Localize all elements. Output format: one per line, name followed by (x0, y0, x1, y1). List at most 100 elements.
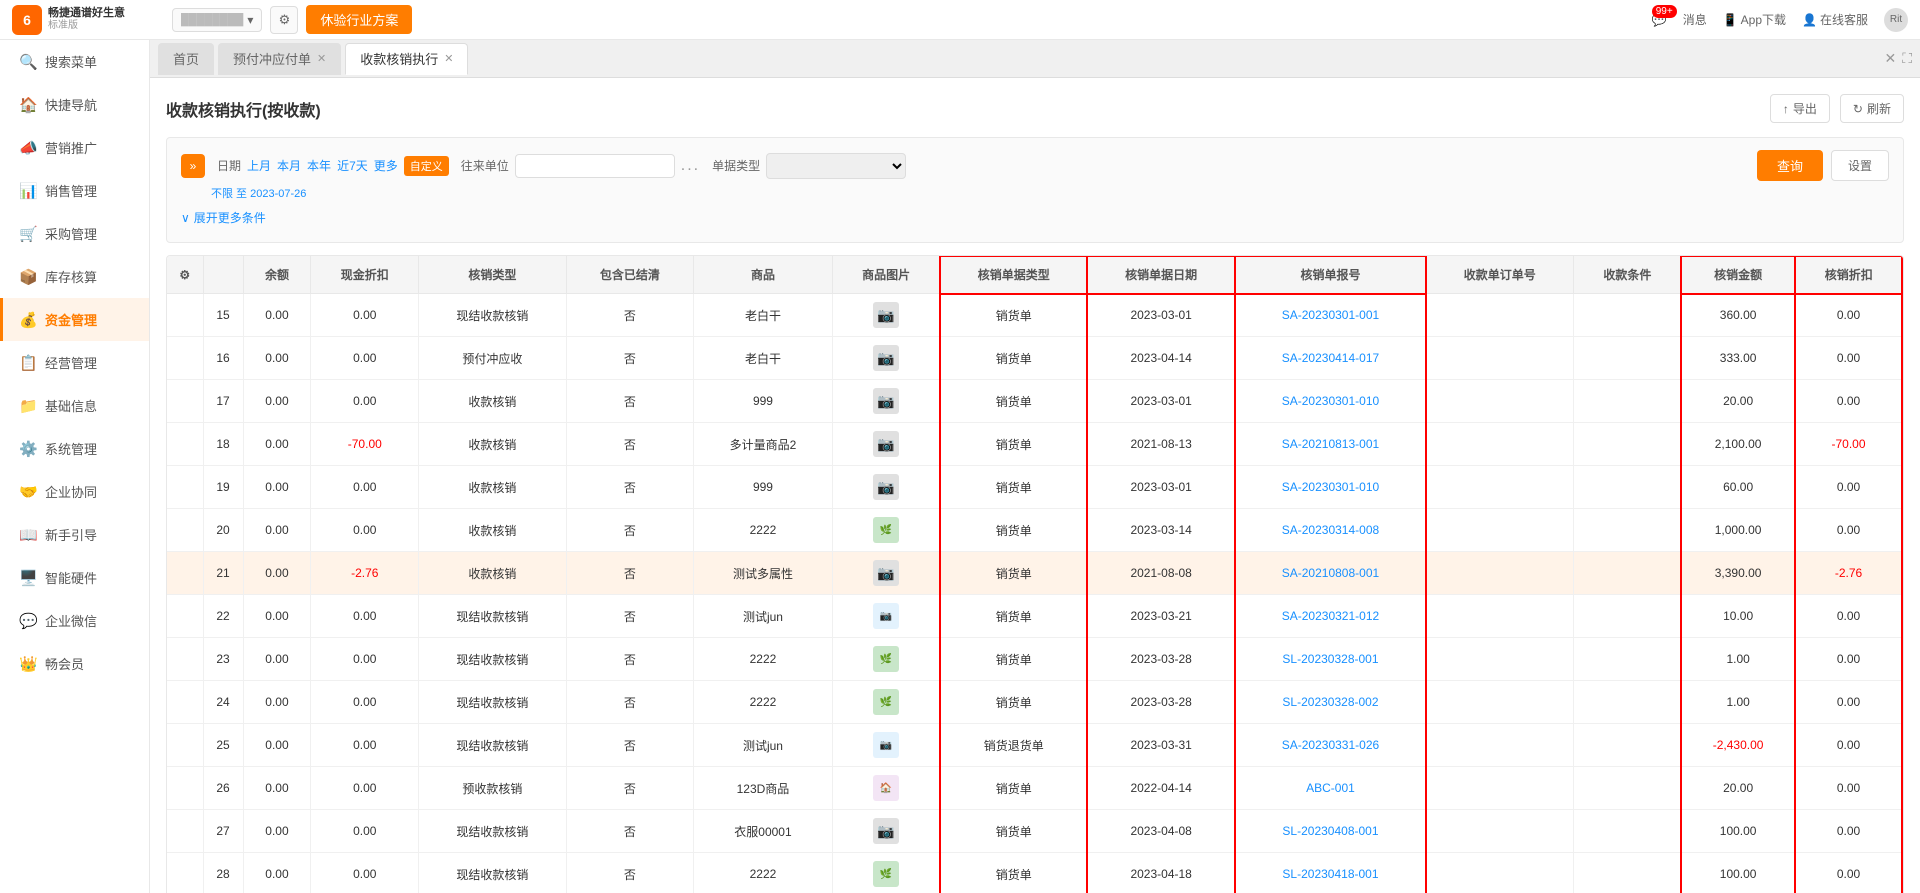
col-settings[interactable] (167, 767, 203, 810)
col-goods: 老白干 (694, 294, 833, 337)
col-cancel-bill-no[interactable]: SL-20230328-001 (1235, 638, 1426, 681)
cancel-bill-no-link[interactable]: SA-20230321-012 (1282, 609, 1379, 623)
sidebar-item-business[interactable]: 📋 经营管理 (0, 341, 149, 384)
col-settings[interactable] (167, 552, 203, 595)
col-settings[interactable] (167, 638, 203, 681)
sidebar-item-wechat[interactable]: 💬 企业微信 (0, 599, 149, 642)
filter-date-lastmonth[interactable]: 上月 (247, 157, 271, 174)
gear-button[interactable]: ⚙ (270, 6, 298, 34)
refresh-button[interactable]: ↻ 刷新 (1840, 94, 1904, 123)
filter-date-thismonth[interactable]: 本月 (277, 157, 301, 174)
col-cash-discount: 0.00 (311, 466, 419, 509)
filter-toggle-button[interactable]: » (181, 154, 205, 178)
tab-expand-icon[interactable]: ⛶ (1902, 50, 1912, 67)
industry-button[interactable]: 休验行业方案 (306, 5, 412, 34)
filter-partner-input[interactable] (515, 154, 675, 178)
col-cancel-bill-no[interactable]: SA-20230301-010 (1235, 380, 1426, 423)
cancel-bill-no-link[interactable]: SL-20230328-001 (1282, 652, 1378, 666)
filter-date-7days[interactable]: 近7天 (337, 157, 368, 174)
cancel-bill-no-link[interactable]: SL-20230328-002 (1282, 695, 1378, 709)
col-cancel-bill-no[interactable]: SA-20210813-001 (1235, 423, 1426, 466)
export-button[interactable]: ↑ 导出 (1770, 94, 1830, 123)
sidebar-item-search[interactable]: 🔍 搜索菜单 (0, 40, 149, 83)
filter-custom-button[interactable]: 自定义 (404, 156, 449, 176)
cancel-bill-no-link[interactable]: SA-20230301-010 (1282, 480, 1379, 494)
sidebar-item-enterprise[interactable]: 🤝 企业协同 (0, 470, 149, 513)
col-cash-discount: 0.00 (311, 767, 419, 810)
col-header-settings[interactable]: ⚙ (167, 256, 203, 294)
col-cancel-bill-no[interactable]: SA-20230314-008 (1235, 509, 1426, 552)
tab-prepay-close[interactable]: ✕ (317, 52, 326, 65)
col-cancel-bill-date: 2023-03-01 (1087, 380, 1234, 423)
sidebar-item-shortcuts[interactable]: 🏠 快捷导航 (0, 83, 149, 126)
col-cancel-bill-no[interactable]: ABC-001 (1235, 767, 1426, 810)
tab-collection[interactable]: 收款核销执行 ✕ (345, 43, 468, 75)
tab-prepay[interactable]: 预付冲应付单 ✕ (218, 43, 341, 75)
col-cancel-bill-no[interactable]: SA-20230301-001 (1235, 294, 1426, 337)
sidebar-item-member[interactable]: 👑 畅会员 (0, 642, 149, 685)
col-cancel-bill-type: 销货单 (940, 552, 1087, 595)
col-settings[interactable] (167, 810, 203, 853)
cancel-bill-no-link[interactable]: SA-20230414-017 (1282, 351, 1379, 365)
tab-collection-close[interactable]: ✕ (444, 52, 453, 65)
sidebar-item-finance[interactable]: 💰 资金管理 (0, 298, 149, 341)
message-icon[interactable]: 💬 99+ (1652, 13, 1667, 27)
col-include-settled: 否 (566, 466, 694, 509)
col-cancel-type: 现结收款核销 (419, 595, 566, 638)
col-cancel-bill-no[interactable]: SA-20230331-026 (1235, 724, 1426, 767)
expand-conditions-button[interactable]: ∨ 展开更多条件 (181, 209, 1889, 226)
cancel-bill-no-link[interactable]: ABC-001 (1306, 781, 1355, 795)
cancel-bill-no-link[interactable]: SA-20210808-001 (1282, 566, 1379, 580)
col-row-num: 21 (203, 552, 243, 595)
cancel-bill-no-link[interactable]: SA-20210813-001 (1282, 437, 1379, 451)
online-service[interactable]: 👤 在线客服 (1802, 11, 1868, 28)
col-cancel-bill-no[interactable]: SL-20230408-001 (1235, 810, 1426, 853)
app-download[interactable]: 📱 App下载 (1723, 11, 1786, 28)
cancel-bill-no-link[interactable]: SA-20230314-008 (1282, 523, 1379, 537)
sidebar-item-basic[interactable]: 📁 基础信息 (0, 384, 149, 427)
cancel-bill-no-link[interactable]: SA-20230301-010 (1282, 394, 1379, 408)
tab-home[interactable]: 首页 (158, 43, 214, 75)
sidebar-item-smart[interactable]: 🖥️ 智能硬件 (0, 556, 149, 599)
tab-close-all-icon[interactable]: ✕ (1884, 50, 1896, 67)
col-cancel-bill-no[interactable]: SL-20230328-002 (1235, 681, 1426, 724)
col-cancel-amount: 10.00 (1681, 595, 1795, 638)
col-settings[interactable] (167, 681, 203, 724)
sidebar-item-marketing[interactable]: 📣 营销推广 (0, 126, 149, 169)
col-settings[interactable] (167, 380, 203, 423)
col-settings[interactable] (167, 337, 203, 380)
col-settings[interactable] (167, 466, 203, 509)
filter-date-more[interactable]: 更多 (374, 157, 398, 174)
cancel-bill-no-link[interactable]: SA-20230301-001 (1282, 308, 1379, 322)
col-settings[interactable] (167, 724, 203, 767)
sidebar-item-guide[interactable]: 📖 新手引导 (0, 513, 149, 556)
sidebar-item-sales[interactable]: 📊 销售管理 (0, 169, 149, 212)
query-button[interactable]: 查询 (1757, 150, 1823, 181)
col-cancel-bill-no[interactable]: SA-20230414-017 (1235, 337, 1426, 380)
org-selector[interactable]: ████████ ▾ (172, 8, 262, 32)
col-settings[interactable] (167, 294, 203, 337)
cancel-bill-no-link[interactable]: SA-20230331-026 (1282, 738, 1379, 752)
sidebar-item-system[interactable]: ⚙️ 系统管理 (0, 427, 149, 470)
col-receipt-condition (1574, 423, 1682, 466)
filter-billtype-select[interactable] (766, 153, 906, 179)
col-settings[interactable] (167, 595, 203, 638)
col-settings[interactable] (167, 509, 203, 552)
col-cancel-bill-no[interactable]: SA-20230301-010 (1235, 466, 1426, 509)
user-menu[interactable]: Rit (1884, 8, 1908, 32)
sidebar-item-inventory[interactable]: 📦 库存核算 (0, 255, 149, 298)
cancel-bill-no-link[interactable]: SL-20230408-001 (1282, 824, 1378, 838)
col-cancel-discount: 0.00 (1795, 294, 1902, 337)
col-settings[interactable] (167, 853, 203, 893)
col-cancel-bill-date: 2023-04-18 (1087, 853, 1234, 893)
col-cancel-bill-no[interactable]: SL-20230418-001 (1235, 853, 1426, 893)
sidebar-item-purchase[interactable]: 🛒 采购管理 (0, 212, 149, 255)
settings-button[interactable]: 设置 (1831, 150, 1889, 181)
col-cancel-bill-no[interactable]: SA-20210808-001 (1235, 552, 1426, 595)
col-cancel-bill-no[interactable]: SA-20230321-012 (1235, 595, 1426, 638)
col-cancel-bill-date: 2023-03-14 (1087, 509, 1234, 552)
col-settings[interactable] (167, 423, 203, 466)
col-row-num: 15 (203, 294, 243, 337)
filter-date-thisyear[interactable]: 本年 (307, 157, 331, 174)
cancel-bill-no-link[interactable]: SL-20230418-001 (1282, 867, 1378, 881)
